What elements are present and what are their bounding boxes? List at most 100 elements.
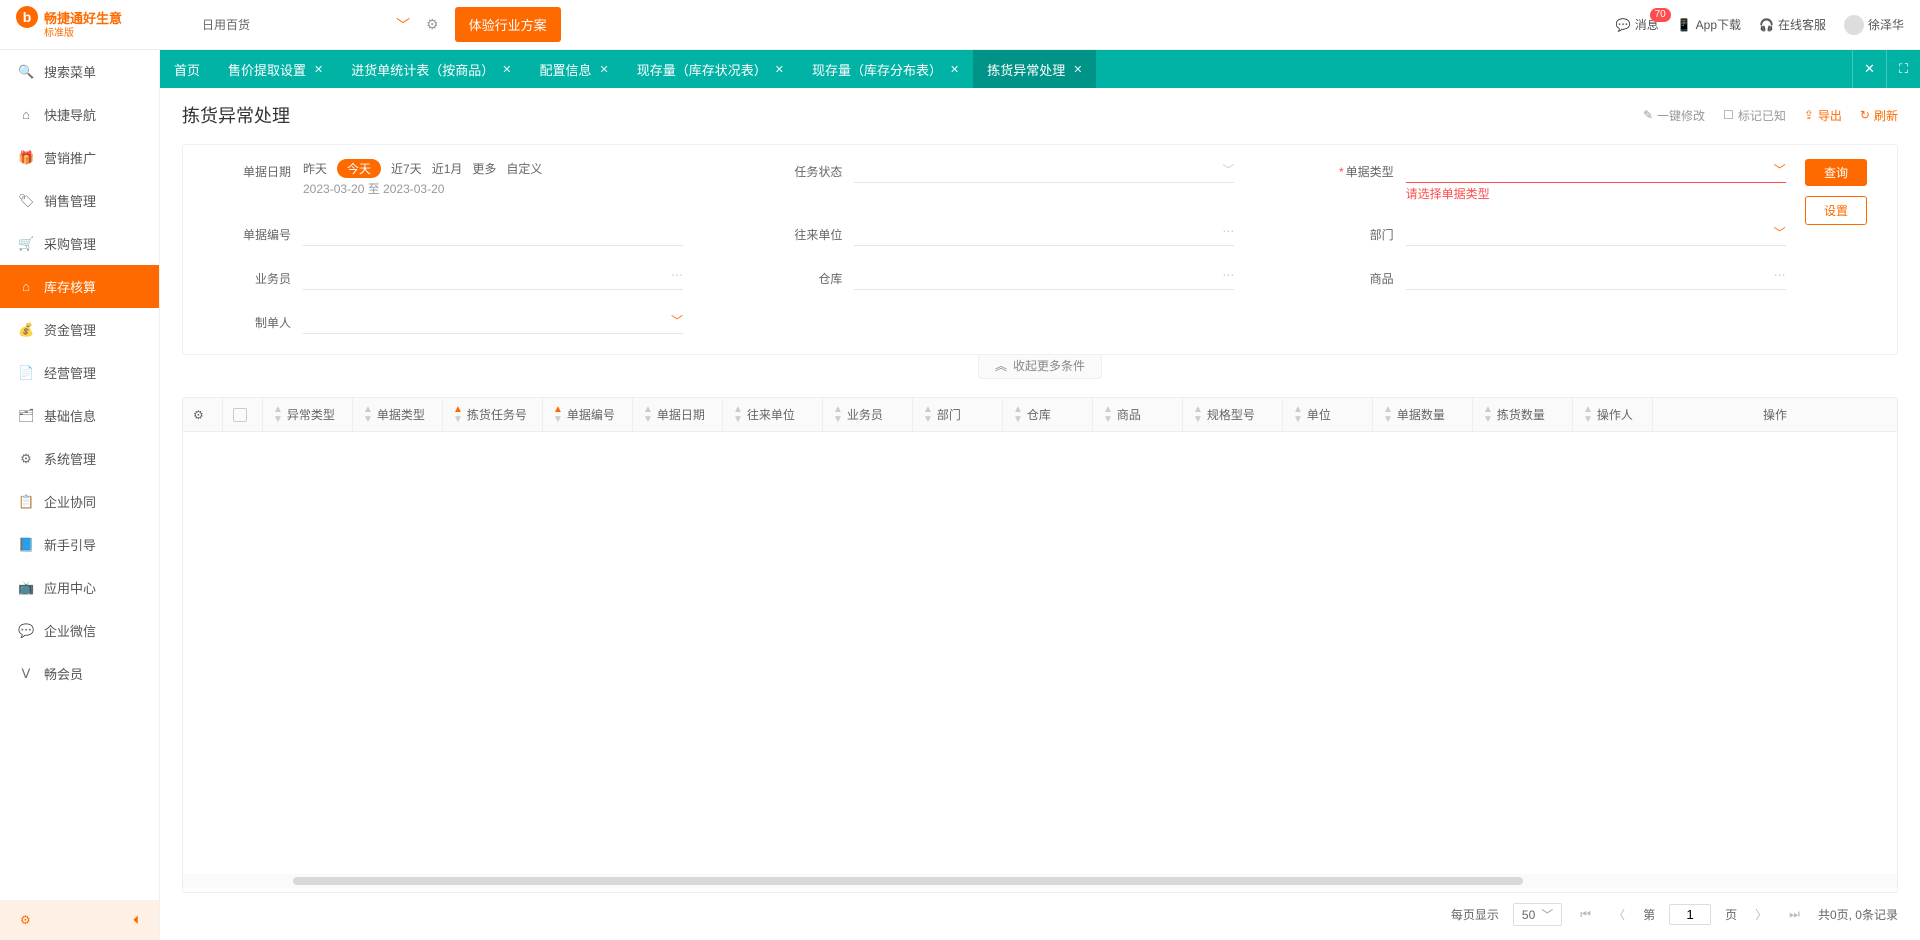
table-col-12[interactable]: ▲▼规格型号 xyxy=(1183,398,1283,431)
creator-select[interactable] xyxy=(303,310,683,334)
tab-5[interactable]: 现存量（库存分布表）✕ xyxy=(798,50,973,88)
sidebar-item-5[interactable]: ⌂库存核算 xyxy=(0,265,159,308)
date-preset-2[interactable]: 近7天 xyxy=(391,160,422,177)
sidebar-item-1[interactable]: ⌂快捷导航 xyxy=(0,93,159,136)
sort-icon[interactable]: ▲▼ xyxy=(643,405,653,425)
more-icon[interactable]: ⋯ xyxy=(1774,268,1786,282)
tab-6[interactable]: 拣货异常处理✕ xyxy=(973,50,1096,88)
messages-button[interactable]: 💬 消息 70 xyxy=(1616,16,1659,33)
partner-input[interactable] xyxy=(854,222,1234,246)
select-all-checkbox[interactable] xyxy=(233,408,247,422)
date-preset-1[interactable]: 今天 xyxy=(337,159,381,178)
user-menu[interactable]: 徐泽华 xyxy=(1844,15,1904,35)
dept-select[interactable] xyxy=(1406,222,1786,246)
horizontal-scrollbar[interactable] xyxy=(183,874,1897,888)
date-preset-0[interactable]: 昨天 xyxy=(303,160,327,177)
table-col-8[interactable]: ▲▼业务员 xyxy=(823,398,913,431)
close-icon[interactable]: ✕ xyxy=(950,63,959,76)
table-col-1[interactable] xyxy=(223,398,263,431)
sidebar-item-12[interactable]: 📺应用中心 xyxy=(0,566,159,609)
batch-edit-button[interactable]: ✎一键修改 xyxy=(1643,107,1705,124)
app-download-button[interactable]: 📱 App下载 xyxy=(1677,16,1741,33)
close-icon[interactable]: ✕ xyxy=(502,63,511,76)
table-col-0[interactable]: ⚙ xyxy=(183,398,223,431)
doc-no-input[interactable] xyxy=(303,222,683,246)
refresh-button[interactable]: ↻刷新 xyxy=(1860,107,1898,124)
sort-icon[interactable]: ▲▼ xyxy=(1383,405,1393,425)
sort-icon[interactable]: ▲▼ xyxy=(363,405,373,425)
product-input[interactable] xyxy=(1406,266,1786,290)
tabs-expand-button[interactable]: ⛶ xyxy=(1886,50,1920,88)
table-col-6[interactable]: ▲▼单据日期 xyxy=(633,398,723,431)
more-icon[interactable]: ⋯ xyxy=(1222,268,1234,282)
date-preset-4[interactable]: 更多 xyxy=(472,160,496,177)
page-first-button[interactable]: ⏮ xyxy=(1576,907,1595,922)
table-col-13[interactable]: ▲▼单位 xyxy=(1283,398,1373,431)
export-button[interactable]: ⇪导出 xyxy=(1804,107,1842,124)
close-icon[interactable]: ✕ xyxy=(600,63,609,76)
sort-icon[interactable]: ▲▼ xyxy=(733,405,743,425)
per-page-select[interactable]: 50 ﹀ xyxy=(1513,903,1562,926)
gear-icon[interactable]: ⚙ xyxy=(193,408,204,422)
tab-3[interactable]: 配置信息✕ xyxy=(525,50,622,88)
table-col-9[interactable]: ▲▼部门 xyxy=(913,398,1003,431)
tabs-close-all-button[interactable]: ✕ xyxy=(1852,50,1886,88)
sidebar-item-9[interactable]: ⚙系统管理 xyxy=(0,437,159,480)
context-select[interactable]: 日用百货 ﹀ xyxy=(196,11,416,39)
sort-icon[interactable]: ▲▼ xyxy=(833,405,843,425)
tab-4[interactable]: 现存量（库存状况表）✕ xyxy=(623,50,798,88)
page-last-button[interactable]: ⏭ xyxy=(1785,907,1804,922)
warehouse-input[interactable] xyxy=(854,266,1234,290)
sort-icon[interactable]: ▲▼ xyxy=(553,405,563,425)
sidebar-collapse-button[interactable]: ⏴ xyxy=(133,913,139,928)
sort-icon[interactable]: ▲▼ xyxy=(1293,405,1303,425)
table-col-4[interactable]: ▲▼拣货任务号 xyxy=(443,398,543,431)
sort-icon[interactable]: ▲▼ xyxy=(1103,405,1113,425)
sidebar-item-8[interactable]: 🗂基础信息 xyxy=(0,394,159,437)
sidebar-item-10[interactable]: 📋企业协同 xyxy=(0,480,159,523)
sidebar-item-6[interactable]: 💰资金管理 xyxy=(0,308,159,351)
sort-icon[interactable]: ▲▼ xyxy=(273,405,283,425)
search-button[interactable]: 查询 xyxy=(1805,159,1867,186)
tab-2[interactable]: 进货单统计表（按商品）✕ xyxy=(337,50,525,88)
close-icon[interactable]: ✕ xyxy=(314,63,323,76)
close-icon[interactable]: ✕ xyxy=(1073,63,1082,76)
table-col-15[interactable]: ▲▼拣货数量 xyxy=(1473,398,1573,431)
sidebar-item-14[interactable]: Ⅴ畅会员 xyxy=(0,652,159,695)
table-col-5[interactable]: ▲▼单据编号 xyxy=(543,398,633,431)
tab-0[interactable]: 首页 xyxy=(160,50,214,88)
close-icon[interactable]: ✕ xyxy=(775,63,784,76)
table-col-11[interactable]: ▲▼商品 xyxy=(1093,398,1183,431)
table-col-10[interactable]: ▲▼仓库 xyxy=(1003,398,1093,431)
sort-icon[interactable]: ▲▼ xyxy=(1483,405,1493,425)
task-status-select[interactable] xyxy=(854,159,1234,183)
operator-input[interactable] xyxy=(303,266,683,290)
sidebar-item-13[interactable]: 💬企业微信 xyxy=(0,609,159,652)
date-preset-3[interactable]: 近1月 xyxy=(432,160,463,177)
sort-icon[interactable]: ▲▼ xyxy=(1583,405,1593,425)
more-icon[interactable]: ⋯ xyxy=(1222,224,1234,238)
sidebar-item-2[interactable]: 🎁营销推广 xyxy=(0,136,159,179)
table-col-16[interactable]: ▲▼操作人 xyxy=(1573,398,1653,431)
sort-icon[interactable]: ▲▼ xyxy=(1013,405,1023,425)
tab-1[interactable]: 售价提取设置✕ xyxy=(214,50,337,88)
doc-type-select[interactable] xyxy=(1406,159,1786,183)
sort-icon[interactable]: ▲▼ xyxy=(1193,405,1203,425)
sidebar-item-3[interactable]: 🏷销售管理 xyxy=(0,179,159,222)
table-col-14[interactable]: ▲▼单据数量 xyxy=(1373,398,1473,431)
collapse-filters-button[interactable]: ︽ 收起更多条件 xyxy=(978,353,1102,379)
context-settings-button[interactable]: ⚙ xyxy=(426,16,439,33)
sidebar-item-7[interactable]: 📄经营管理 xyxy=(0,351,159,394)
page-input[interactable] xyxy=(1669,904,1711,925)
date-preset-group[interactable]: 昨天今天近7天近1月更多自定义 xyxy=(303,159,683,178)
mark-read-button[interactable]: ☐标记已知 xyxy=(1723,107,1786,124)
cta-button[interactable]: 体验行业方案 xyxy=(455,7,561,42)
date-preset-5[interactable]: 自定义 xyxy=(506,160,542,177)
sort-icon[interactable]: ▲▼ xyxy=(453,405,463,425)
table-col-3[interactable]: ▲▼单据类型 xyxy=(353,398,443,431)
sidebar-item-11[interactable]: 📘新手引导 xyxy=(0,523,159,566)
more-icon[interactable]: ⋯ xyxy=(671,268,683,282)
table-col-2[interactable]: ▲▼异常类型 xyxy=(263,398,353,431)
sidebar-item-4[interactable]: 🛒采购管理 xyxy=(0,222,159,265)
page-next-button[interactable]: 〉 xyxy=(1751,906,1771,923)
